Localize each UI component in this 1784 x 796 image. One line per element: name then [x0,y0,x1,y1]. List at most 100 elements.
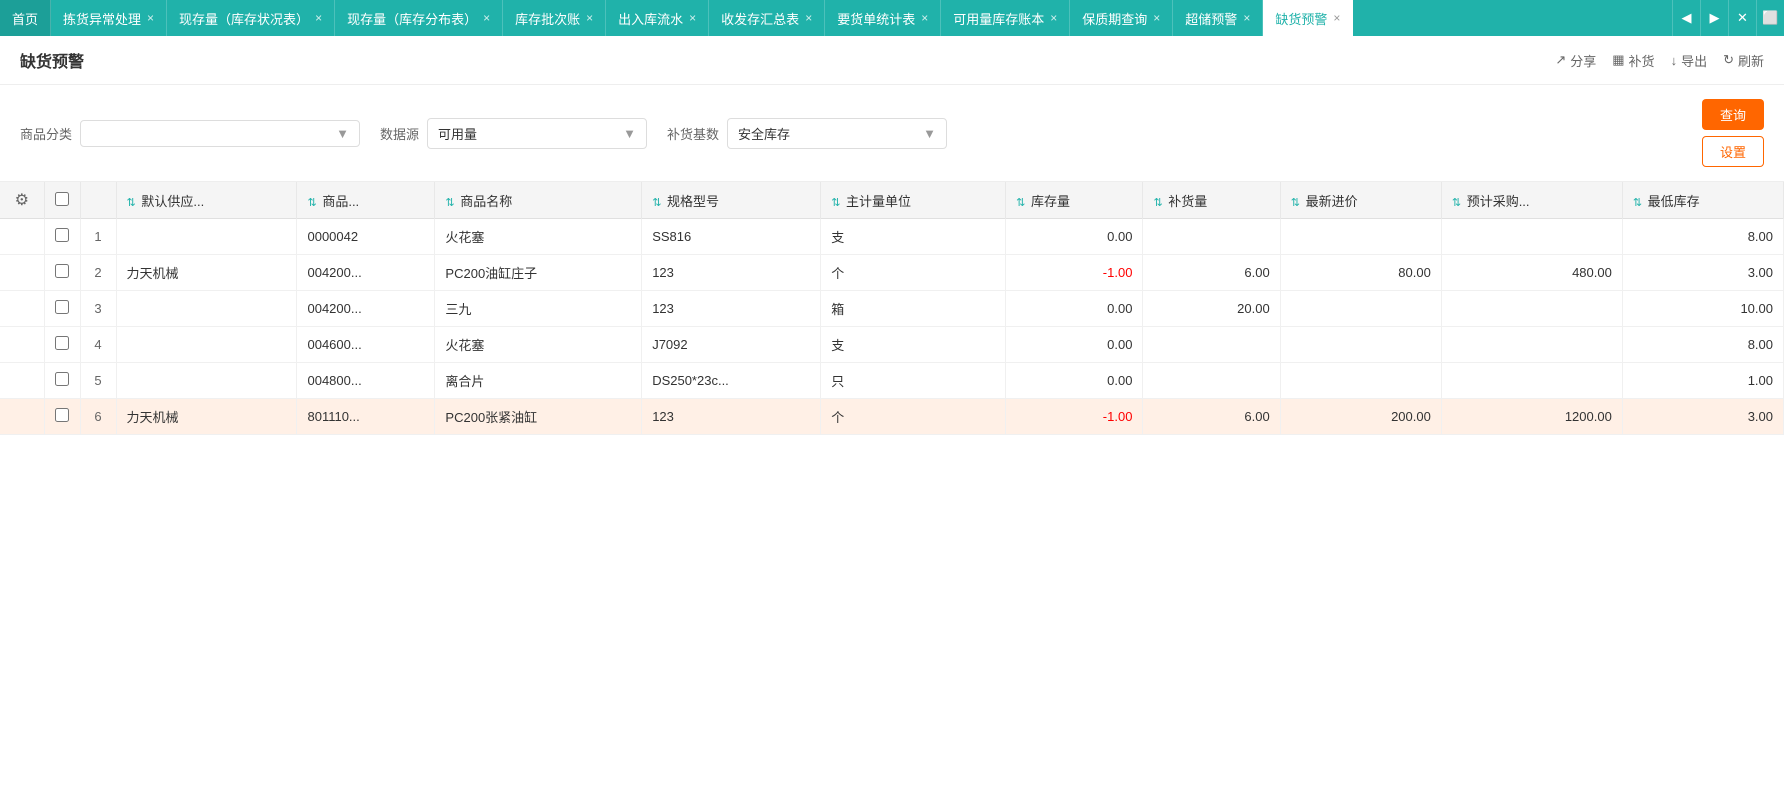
tab-demand-stats[interactable]: 要货单统计表 × [825,0,941,36]
td-row-num-0: 1 [80,219,116,255]
td-estimated-purchase-1: 480.00 [1441,255,1622,291]
settings-button[interactable]: 设置 [1702,136,1764,167]
tab-batch[interactable]: 库存批次账 × [503,0,606,36]
tab-prev-button[interactable]: ◀ [1672,0,1700,36]
td-gear-4 [0,363,44,399]
gear-icon[interactable]: ⚙ [15,192,29,209]
datasource-label: 数据源 [380,124,419,143]
th-gear[interactable]: ⚙ [0,182,44,219]
td-checkbox-3[interactable] [44,327,80,363]
tab-close-overstock[interactable]: × [1243,11,1250,25]
th-product-code[interactable]: ⇅ 商品... [297,182,435,219]
tab-close-shortage[interactable]: × [1333,11,1340,25]
td-estimated-purchase-2 [1441,291,1622,327]
query-button[interactable]: 查询 [1702,99,1764,130]
tab-exception[interactable]: 拣货异常处理 × [51,0,167,36]
td-supplier-2 [116,291,297,327]
td-checkbox-4[interactable] [44,363,80,399]
tab-close-expiry-query[interactable]: × [1153,11,1160,25]
tab-close-stock-dist[interactable]: × [483,11,490,25]
tab-close-all-button[interactable]: ✕ [1728,0,1756,36]
category-arrow-icon: ▼ [336,126,349,141]
row-checkbox-2[interactable] [55,300,69,314]
td-spec-5: 123 [642,399,821,435]
tab-close-batch[interactable]: × [586,11,593,25]
th-default-supplier[interactable]: ⇅ 默认供应... [116,182,297,219]
category-dropdown[interactable]: ▼ [80,120,360,147]
tab-next-button[interactable]: ▶ [1700,0,1728,36]
tab-close-available-ledger[interactable]: × [1050,11,1057,25]
row-checkbox-5[interactable] [55,408,69,422]
td-replenish-qty-4 [1143,363,1280,399]
td-min-stock-1: 3.00 [1622,255,1783,291]
td-estimated-purchase-4 [1441,363,1622,399]
td-gear-2 [0,291,44,327]
tab-inout-flow[interactable]: 出入库流水 × [606,0,709,36]
refresh-button[interactable]: ↻ 刷新 [1723,51,1764,70]
replenish-button[interactable]: ▦ 补货 [1612,51,1654,70]
row-checkbox-1[interactable] [55,264,69,278]
sort-icon-latest-price: ⇅ [1291,197,1300,209]
td-checkbox-5[interactable] [44,399,80,435]
tab-shortage[interactable]: 缺货预警 × [1263,0,1353,36]
datasource-arrow-icon: ▼ [623,126,636,141]
th-estimated-purchase[interactable]: ⇅ 预计采购... [1441,182,1622,219]
td-checkbox-0[interactable] [44,219,80,255]
td-stock-qty-3: 0.00 [1006,327,1143,363]
td-checkbox-1[interactable] [44,255,80,291]
td-spec-0: SS816 [642,219,821,255]
th-min-stock[interactable]: ⇅ 最低库存 [1622,182,1783,219]
td-supplier-3 [116,327,297,363]
tab-close-inout-flow[interactable]: × [689,11,696,25]
td-row-num-2: 3 [80,291,116,327]
tab-expiry-query[interactable]: 保质期查询 × [1070,0,1173,36]
th-unit[interactable]: ⇅ 主计量单位 [821,182,1006,219]
tab-receipt-summary[interactable]: 收发存汇总表 × [709,0,825,36]
td-supplier-5: 力天机械 [116,399,297,435]
row-checkbox-4[interactable] [55,372,69,386]
tab-overstock[interactable]: 超储预警 × [1173,0,1263,36]
sort-icon-default-supplier: ⇅ [127,197,136,209]
th-product-name[interactable]: ⇅ 商品名称 [435,182,642,219]
replenish-base-label: 补货基数 [667,124,719,143]
tab-close-stock-status[interactable]: × [315,11,322,25]
tab-stock-status[interactable]: 现存量（库存状况表） × [167,0,335,36]
th-replenish-qty[interactable]: ⇅ 补货量 [1143,182,1280,219]
td-min-stock-3: 8.00 [1622,327,1783,363]
row-checkbox-0[interactable] [55,228,69,242]
tab-stock-dist[interactable]: 现存量（库存分布表） × [335,0,503,36]
tab-close-receipt-summary[interactable]: × [805,11,812,25]
td-spec-3: J7092 [642,327,821,363]
table-row: 3 004200... 三九 123 箱 0.00 20.00 10.00 [0,291,1784,327]
sort-icon-spec: ⇅ [652,197,661,209]
tab-restore-button[interactable]: ⬜ [1756,0,1784,36]
row-checkbox-3[interactable] [55,336,69,350]
tab-home[interactable]: 首页 [0,0,51,36]
tab-close-exception[interactable]: × [147,11,154,25]
replenish-base-dropdown[interactable]: 安全库存 ▼ [727,118,947,149]
td-replenish-qty-0 [1143,219,1280,255]
th-latest-price[interactable]: ⇅ 最新进价 [1280,182,1441,219]
table-header-row: ⚙ ⇅ 默认供应... ⇅ 商品... ⇅ [0,182,1784,219]
td-checkbox-2[interactable] [44,291,80,327]
main-content: 缺货预警 ↗ 分享 ▦ 补货 ↓ 导出 ↻ 刷新 商品分类 [0,36,1784,796]
th-stock-qty[interactable]: ⇅ 库存量 [1006,182,1143,219]
tab-close-demand-stats[interactable]: × [921,11,928,25]
td-row-num-3: 4 [80,327,116,363]
td-replenish-qty-3 [1143,327,1280,363]
td-supplier-1: 力天机械 [116,255,297,291]
td-estimated-purchase-0 [1441,219,1622,255]
td-latest-price-5: 200.00 [1280,399,1441,435]
export-button[interactable]: ↓ 导出 [1671,51,1708,70]
header-actions: ↗ 分享 ▦ 补货 ↓ 导出 ↻ 刷新 [1555,51,1764,70]
share-button[interactable]: ↗ 分享 [1555,51,1596,70]
datasource-dropdown[interactable]: 可用量 ▼ [427,118,647,149]
td-stock-qty-5: -1.00 [1006,399,1143,435]
tab-available-ledger[interactable]: 可用量库存账本 × [941,0,1070,36]
td-gear-0 [0,219,44,255]
th-checkbox[interactable] [44,182,80,219]
export-icon: ↓ [1671,53,1678,68]
th-spec[interactable]: ⇅ 规格型号 [642,182,821,219]
select-all-checkbox[interactable] [55,192,69,206]
td-estimated-purchase-5: 1200.00 [1441,399,1622,435]
